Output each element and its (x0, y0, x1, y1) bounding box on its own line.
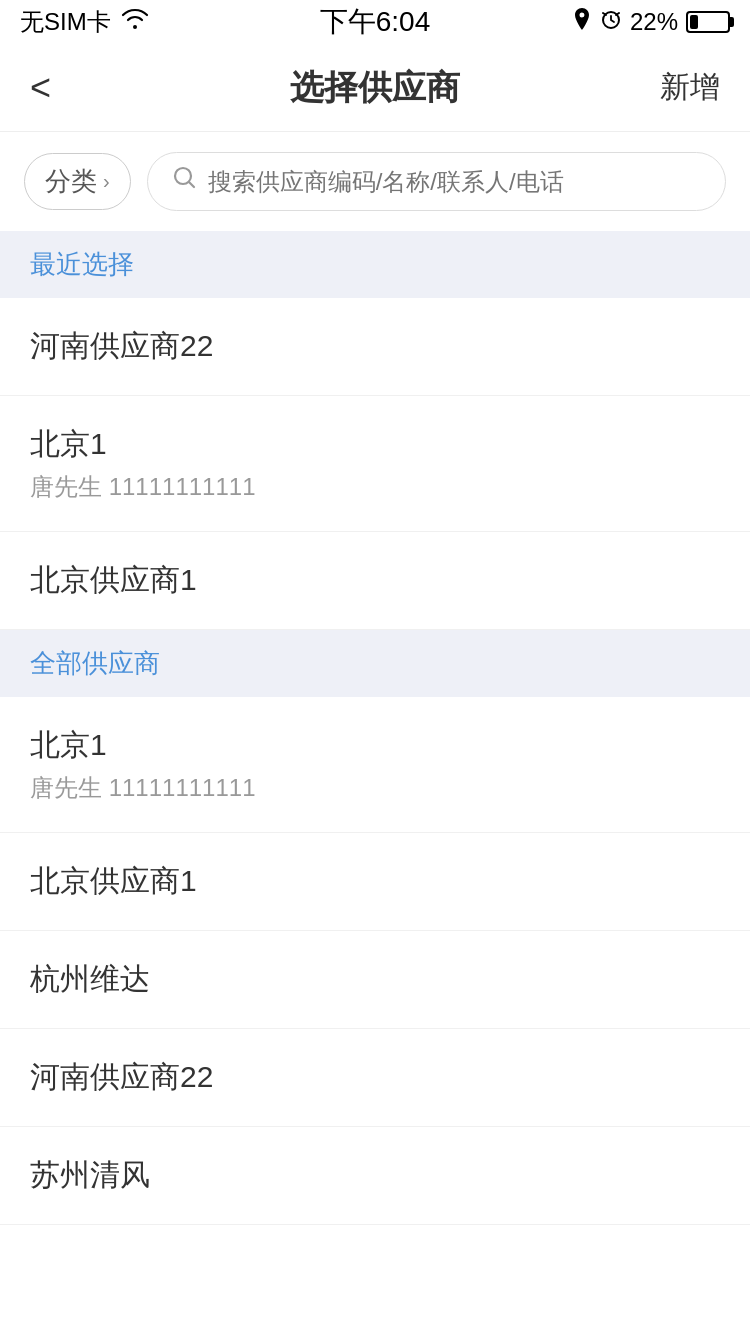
category-label: 分类 (45, 164, 97, 199)
battery-icon (686, 11, 730, 33)
add-button[interactable]: 新增 (640, 67, 720, 108)
status-bar: 无SIM卡 下午6:04 22% (0, 0, 750, 44)
search-icon (172, 165, 198, 198)
status-time: 下午6:04 (320, 3, 431, 41)
section-header-text: 全部供应商 (30, 648, 160, 678)
alarm-icon (600, 8, 622, 36)
location-icon (572, 8, 592, 36)
list-item[interactable]: 北京供应商1 (0, 532, 750, 630)
list-item[interactable]: 河南供应商22 (0, 1029, 750, 1127)
search-input-wrap[interactable] (147, 152, 726, 211)
status-right: 22% (572, 8, 730, 36)
nav-bar: < 选择供应商 新增 (0, 44, 750, 132)
item-name: 河南供应商22 (30, 326, 720, 367)
item-name: 苏州清风 (30, 1155, 720, 1196)
page-title: 选择供应商 (110, 65, 640, 111)
back-button[interactable]: < (30, 67, 110, 109)
section-header-all: 全部供应商 (0, 630, 750, 697)
chevron-right-icon: › (103, 170, 110, 193)
list-item[interactable]: 河南供应商22 (0, 298, 750, 396)
list-item[interactable]: 北京供应商1 (0, 833, 750, 931)
battery-fill (690, 15, 698, 29)
wifi-icon (121, 8, 149, 36)
sections-container: 最近选择河南供应商22 北京1 唐先生 11111111111 北京供应商1 全部供应商… (0, 231, 750, 1225)
item-name: 北京1 (30, 725, 720, 766)
item-contact: 唐先生 11111111111 (30, 772, 720, 804)
search-input[interactable] (208, 168, 701, 196)
category-button[interactable]: 分类 › (24, 153, 131, 210)
item-name: 北京1 (30, 424, 720, 465)
item-contact: 唐先生 11111111111 (30, 471, 720, 503)
battery-percentage: 22% (630, 8, 678, 36)
section-header-recent: 最近选择 (0, 231, 750, 298)
item-name: 北京供应商1 (30, 861, 720, 902)
list-item[interactable]: 杭州维达 (0, 931, 750, 1029)
list-item[interactable]: 北京1 唐先生 11111111111 (0, 697, 750, 833)
item-name: 杭州维达 (30, 959, 720, 1000)
list-item[interactable]: 苏州清风 (0, 1127, 750, 1225)
section-header-text: 最近选择 (30, 249, 134, 279)
carrier-text: 无SIM卡 (20, 6, 111, 38)
item-name: 北京供应商1 (30, 560, 720, 601)
search-bar: 分类 › (0, 132, 750, 231)
list-item[interactable]: 北京1 唐先生 11111111111 (0, 396, 750, 532)
status-left: 无SIM卡 (20, 6, 149, 38)
item-name: 河南供应商22 (30, 1057, 720, 1098)
